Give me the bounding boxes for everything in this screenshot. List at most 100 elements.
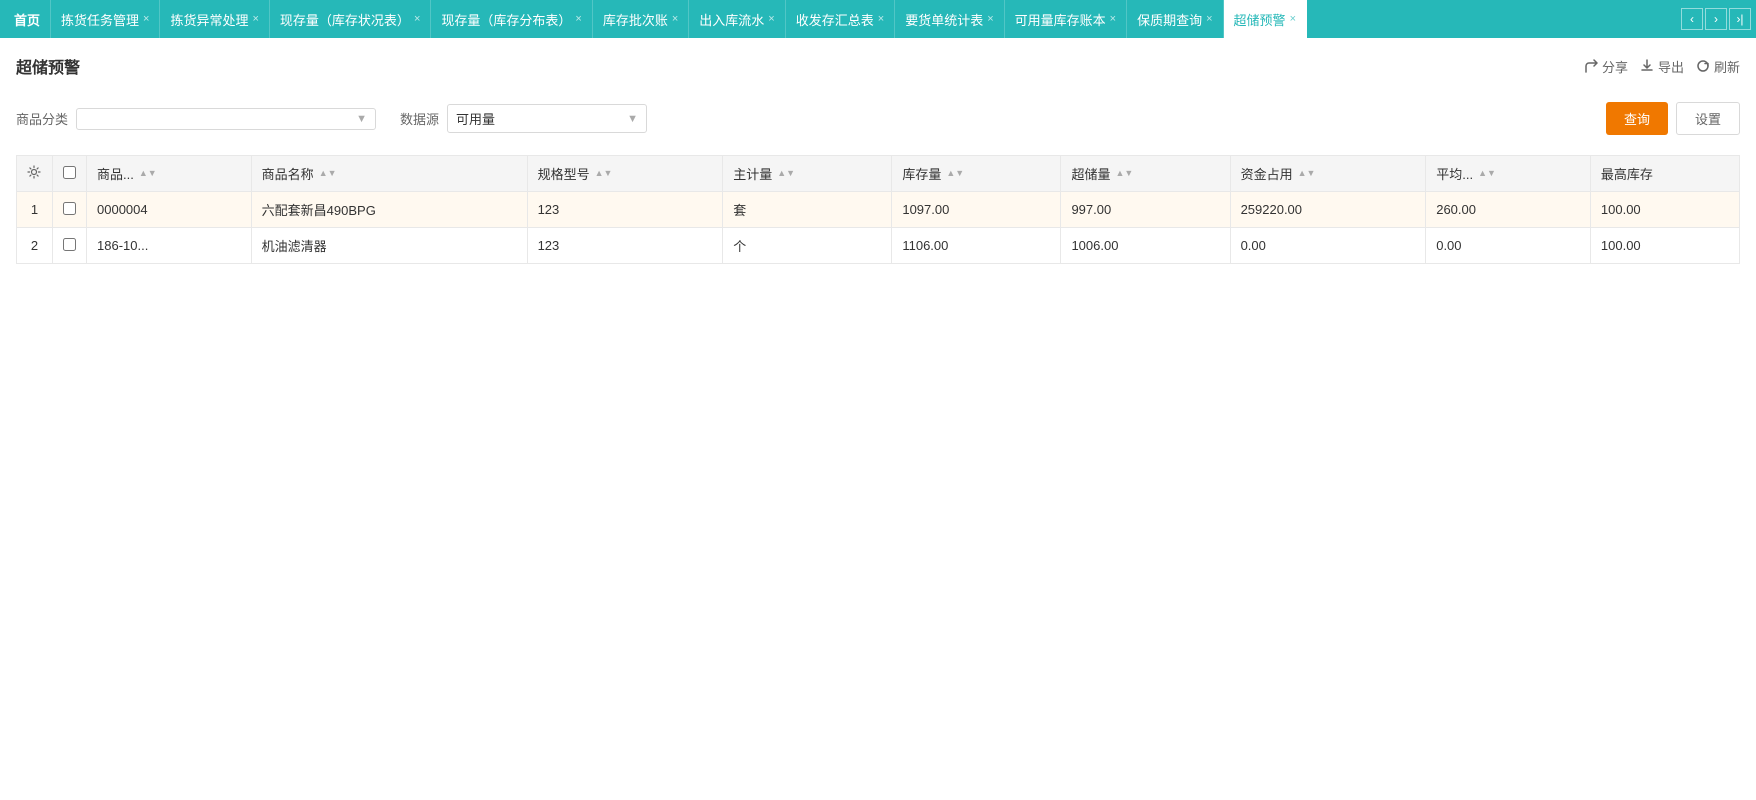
th-spec: 规格型号 ▲▼: [527, 156, 723, 192]
close-icon[interactable]: ×: [143, 13, 149, 25]
data-table: 商品... ▲▼ 商品名称 ▲▼ 规格型号 ▲▼: [16, 155, 1740, 264]
row-checkbox[interactable]: [63, 238, 76, 251]
row-capital: 259220.00: [1230, 192, 1426, 228]
row-over-stock: 997.00: [1061, 192, 1230, 228]
th-stock: 库存量 ▲▼: [892, 156, 1061, 192]
header-actions: 分享 导出 刷新: [1584, 57, 1740, 76]
nav-next-button[interactable]: ›: [1705, 8, 1727, 30]
sort-icon[interactable]: ▲▼: [595, 169, 613, 178]
row-checkbox-cell: [53, 228, 87, 264]
row-product-code: 0000004: [87, 192, 252, 228]
page-header: 超储预警 分享 导出 刷新: [16, 54, 1740, 78]
th-max-stock: 最高库存: [1590, 156, 1739, 192]
row-over-stock: 1006.00: [1061, 228, 1230, 264]
th-capital: 资金占用 ▲▼: [1230, 156, 1426, 192]
select-all-checkbox[interactable]: [63, 166, 76, 179]
nav-arrows: ‹ › ›|: [1680, 8, 1752, 30]
nav-tab-6[interactable]: 出入库流水 ×: [689, 0, 785, 38]
th-checkbox: [53, 156, 87, 192]
page-title: 超储预警: [16, 54, 80, 78]
nav-tab-home[interactable]: 首页: [4, 0, 51, 38]
close-icon[interactable]: ×: [987, 13, 993, 25]
close-icon[interactable]: ×: [768, 13, 774, 25]
nav-tab-1[interactable]: 拣货任务管理 ×: [51, 0, 160, 38]
nav-tab-7[interactable]: 收发存汇总表 ×: [786, 0, 895, 38]
th-product-name: 商品名称 ▲▼: [251, 156, 527, 192]
sort-icon[interactable]: ▲▼: [139, 169, 157, 178]
nav-tab-9[interactable]: 可用量库存账本 ×: [1005, 0, 1127, 38]
nav-tab-active[interactable]: 超储预警 ×: [1224, 0, 1307, 38]
row-max-stock: 100.00: [1590, 192, 1739, 228]
row-spec: 123: [527, 228, 723, 264]
nav-tab-8[interactable]: 要货单统计表 ×: [895, 0, 1004, 38]
share-icon: [1584, 59, 1598, 73]
row-stock: 1097.00: [892, 192, 1061, 228]
row-num: 1: [17, 192, 53, 228]
sort-icon[interactable]: ▲▼: [319, 169, 337, 178]
close-icon[interactable]: ×: [414, 13, 420, 25]
row-checkbox-cell: [53, 192, 87, 228]
sort-icon[interactable]: ▲▼: [1478, 169, 1496, 178]
close-icon[interactable]: ×: [575, 13, 581, 25]
query-button[interactable]: 查询: [1606, 102, 1668, 135]
th-product-code: 商品... ▲▼: [87, 156, 252, 192]
row-num: 2: [17, 228, 53, 264]
chevron-down-icon: ▼: [356, 113, 367, 125]
table-row: 2 186-10... 机油滤清器 123 个 1106.00 1006.00 …: [17, 228, 1740, 264]
close-icon[interactable]: ×: [1110, 13, 1116, 25]
export-button[interactable]: 导出: [1640, 57, 1684, 76]
th-unit: 主计量 ▲▼: [723, 156, 892, 192]
export-icon: [1640, 59, 1654, 73]
close-icon[interactable]: ×: [1290, 13, 1296, 25]
row-avg: 0.00: [1426, 228, 1591, 264]
settings-button[interactable]: 设置: [1676, 102, 1740, 135]
row-capital: 0.00: [1230, 228, 1426, 264]
sort-icon[interactable]: ▲▼: [777, 169, 795, 178]
chevron-down-icon: ▼: [627, 113, 638, 125]
nav-prev-button[interactable]: ‹: [1681, 8, 1703, 30]
table-row: 1 0000004 六配套新昌490BPG 123 套 1097.00 997.…: [17, 192, 1740, 228]
top-navigation: 首页 拣货任务管理 × 拣货异常处理 × 现存量（库存状况表） × 现存量（库存…: [0, 0, 1756, 38]
datasource-value: 可用量: [456, 109, 495, 128]
datasource-filter: 数据源 可用量 ▼: [400, 104, 647, 133]
sort-icon[interactable]: ▲▼: [946, 169, 964, 178]
sort-icon[interactable]: ▲▼: [1298, 169, 1316, 178]
row-product-name: 机油滤清器: [251, 228, 527, 264]
nav-tab-3[interactable]: 现存量（库存状况表） ×: [270, 0, 431, 38]
nav-tab-10[interactable]: 保质期查询 ×: [1127, 0, 1223, 38]
datasource-select[interactable]: 可用量 ▼: [447, 104, 647, 133]
share-button[interactable]: 分享: [1584, 57, 1628, 76]
nav-tab-4[interactable]: 现存量（库存分布表） ×: [431, 0, 592, 38]
row-max-stock: 100.00: [1590, 228, 1739, 264]
filter-actions: 查询 设置: [1606, 102, 1740, 135]
row-checkbox[interactable]: [63, 202, 76, 215]
datasource-label: 数据源: [400, 109, 439, 128]
table-header-row: 商品... ▲▼ 商品名称 ▲▼ 规格型号 ▲▼: [17, 156, 1740, 192]
close-icon[interactable]: ×: [252, 13, 258, 25]
row-unit: 套: [723, 192, 892, 228]
nav-menu-button[interactable]: ›|: [1729, 8, 1751, 30]
category-select[interactable]: ▼: [76, 108, 376, 130]
row-product-name: 六配套新昌490BPG: [251, 192, 527, 228]
sort-icon[interactable]: ▲▼: [1115, 169, 1133, 178]
row-avg: 260.00: [1426, 192, 1591, 228]
close-icon[interactable]: ×: [878, 13, 884, 25]
row-spec: 123: [527, 192, 723, 228]
category-label: 商品分类: [16, 109, 68, 128]
close-icon[interactable]: ×: [672, 13, 678, 25]
filter-bar: 商品分类 ▼ 数据源 可用量 ▼ 查询 设置: [16, 94, 1740, 143]
nav-tab-2[interactable]: 拣货异常处理 ×: [160, 0, 269, 38]
refresh-icon: [1696, 59, 1710, 73]
th-over-stock: 超储量 ▲▼: [1061, 156, 1230, 192]
category-filter: 商品分类 ▼: [16, 108, 376, 130]
settings-icon[interactable]: [27, 165, 41, 179]
th-settings: [17, 156, 53, 192]
nav-tab-5[interactable]: 库存批次账 ×: [593, 0, 689, 38]
row-unit: 个: [723, 228, 892, 264]
refresh-button[interactable]: 刷新: [1696, 57, 1740, 76]
th-avg: 平均... ▲▼: [1426, 156, 1591, 192]
close-icon[interactable]: ×: [1206, 13, 1212, 25]
row-stock: 1106.00: [892, 228, 1061, 264]
main-content: 超储预警 分享 导出 刷新: [0, 38, 1756, 800]
row-product-code: 186-10...: [87, 228, 252, 264]
